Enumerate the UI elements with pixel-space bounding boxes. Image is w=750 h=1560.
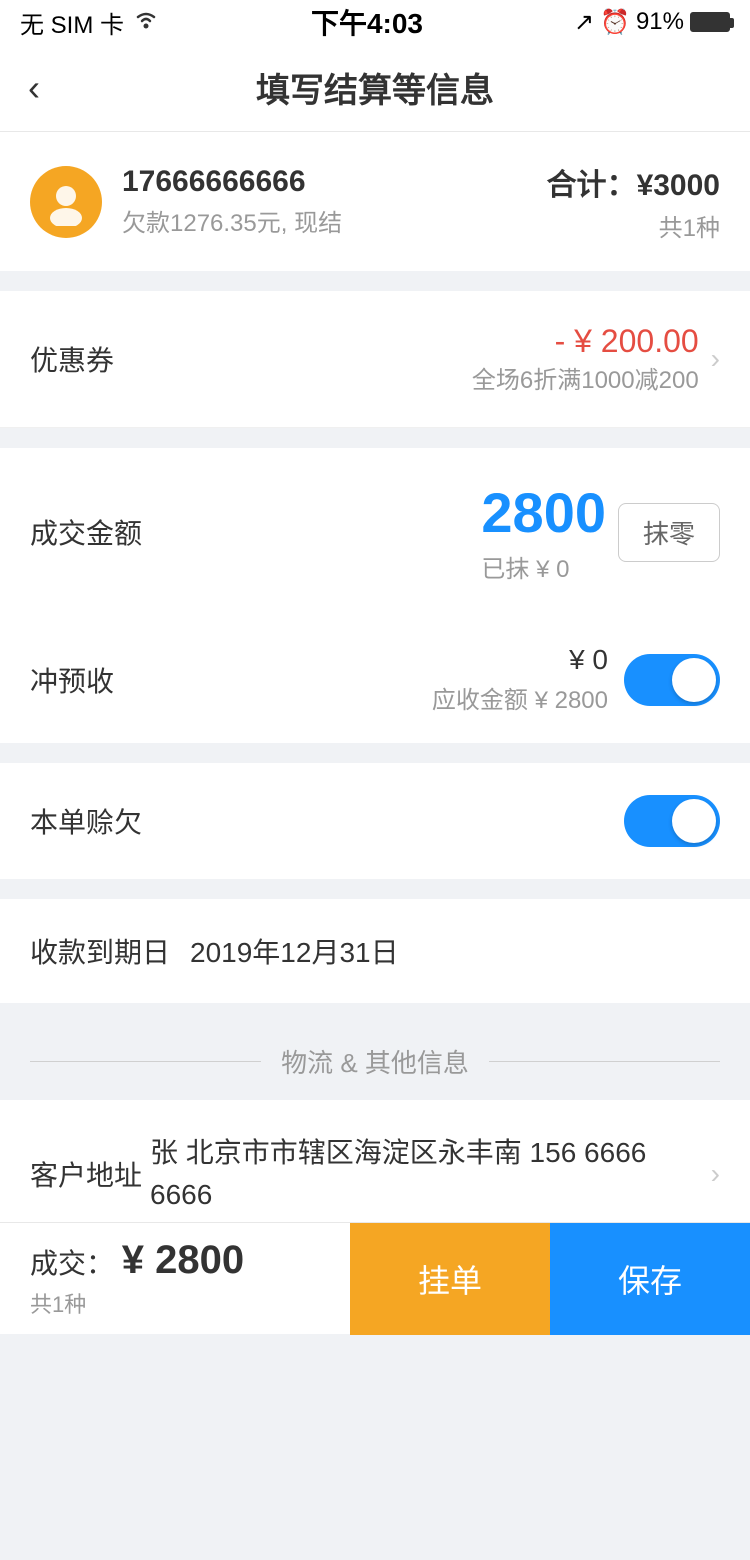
- user-sub: 欠款1276.35元, 现结: [122, 203, 547, 238]
- presale-row: 冲预收 ¥ 0 应收金额 ¥ 2800: [0, 616, 750, 743]
- credit-order-toggle-thumb: [672, 799, 716, 843]
- user-total: 合计：¥3000 共1种: [547, 160, 720, 243]
- alarm-icon: ⏰: [600, 8, 630, 37]
- due-date-row: 收款到期日 2019年12月31日: [0, 899, 750, 1003]
- coupon-label: 优惠券: [30, 339, 114, 379]
- nav-bar: ‹ 填写结算等信息: [0, 44, 750, 132]
- presale-label: 冲预收: [30, 660, 114, 700]
- coupon-right: - ¥ 200.00 全场6折满1000减200 ›: [472, 323, 720, 395]
- hang-button[interactable]: 挂单: [350, 1223, 550, 1335]
- battery-icon: [690, 12, 730, 32]
- avatar: [30, 166, 102, 238]
- wifi-icon: [132, 8, 160, 36]
- coupon-chevron: ›: [711, 343, 720, 375]
- total-count: 共1种: [547, 208, 720, 243]
- sim-status: 无 SIM 卡: [20, 5, 124, 40]
- deal-amount-row: 成交金额 2800 已抹 ¥ 0 抹零: [0, 448, 750, 616]
- address-label: 客户地址: [30, 1154, 150, 1194]
- divider-left: [30, 1061, 261, 1062]
- total-value: ¥3000: [637, 169, 720, 202]
- gap3: [0, 743, 750, 763]
- presale-toggle-thumb: [672, 658, 716, 702]
- status-left: 无 SIM 卡: [20, 5, 160, 40]
- deal-amount-value: 2800: [481, 480, 606, 545]
- deal-amount-label: 成交金额: [30, 512, 142, 552]
- status-time: 下午4:03: [311, 2, 423, 42]
- gap2: [0, 428, 750, 448]
- coupon-value-block: - ¥ 200.00 全场6折满1000减200: [472, 323, 699, 395]
- battery-percent: 91%: [636, 8, 684, 36]
- user-details: 17666666666 欠款1276.35元, 现结: [122, 165, 547, 238]
- total-amount: 合计：¥3000: [547, 160, 720, 204]
- presale-sub: 应收金额 ¥ 2800: [432, 680, 608, 715]
- location-icon: ↗: [574, 8, 594, 37]
- divider-right: [489, 1061, 720, 1062]
- credit-order-row: 本单赊欠: [0, 763, 750, 879]
- divider-label: 物流 & 其他信息: [281, 1043, 469, 1080]
- bottom-summary: 成交： ¥ 2800 共1种: [0, 1238, 350, 1319]
- presale-toggle[interactable]: [624, 654, 720, 706]
- status-bar: 无 SIM 卡 下午4:03 ↗ ⏰ 91%: [0, 0, 750, 44]
- bottom-bar: 成交： ¥ 2800 共1种 挂单 保存: [0, 1222, 750, 1334]
- credit-order-label: 本单赊欠: [30, 801, 142, 841]
- coupon-sub: 全场6折满1000减200: [472, 360, 699, 395]
- due-date-value: 2019年12月31日: [190, 931, 399, 971]
- section-divider: 物流 & 其他信息: [0, 1023, 750, 1100]
- presale-values: ¥ 0 应收金额 ¥ 2800: [432, 644, 608, 715]
- presale-amount: ¥ 0: [432, 644, 608, 676]
- due-date-label: 收款到期日: [30, 931, 170, 971]
- deal-amount-sub: 已抹 ¥ 0: [481, 549, 606, 584]
- credit-order-toggle[interactable]: [624, 795, 720, 847]
- save-button[interactable]: 保存: [550, 1223, 750, 1335]
- address-chevron: ›: [711, 1158, 720, 1190]
- status-right: ↗ ⏰ 91%: [574, 8, 730, 37]
- address-value: 张 北京市市辖区海淀区永丰南 156 6666 6666: [150, 1132, 711, 1216]
- total-label: 合计：: [547, 169, 637, 202]
- page-title: 填写结算等信息: [256, 63, 494, 112]
- gap4: [0, 879, 750, 899]
- deal-prefix: 成交：: [30, 1248, 114, 1279]
- user-info-row: 17666666666 欠款1276.35元, 现结 合计：¥3000 共1种: [0, 132, 750, 271]
- back-button[interactable]: ‹: [28, 67, 40, 109]
- presale-right: ¥ 0 应收金额 ¥ 2800: [432, 644, 720, 715]
- user-phone: 17666666666: [122, 165, 547, 199]
- deal-amount-right: 2800 已抹 ¥ 0 抹零: [481, 480, 720, 584]
- coupon-row[interactable]: 优惠券 - ¥ 200.00 全场6折满1000减200 ›: [0, 291, 750, 428]
- gap5: [0, 1003, 750, 1023]
- bottom-deal-amount: ¥ 2800: [122, 1238, 244, 1282]
- round-zero-button[interactable]: 抹零: [618, 503, 720, 562]
- bottom-count: 共1种: [30, 1287, 320, 1319]
- deal-amount-block: 2800 已抹 ¥ 0: [481, 480, 606, 584]
- gap1: [0, 271, 750, 291]
- bottom-deal-label: 成交： ¥ 2800: [30, 1238, 320, 1283]
- coupon-value: - ¥ 200.00: [472, 323, 699, 360]
